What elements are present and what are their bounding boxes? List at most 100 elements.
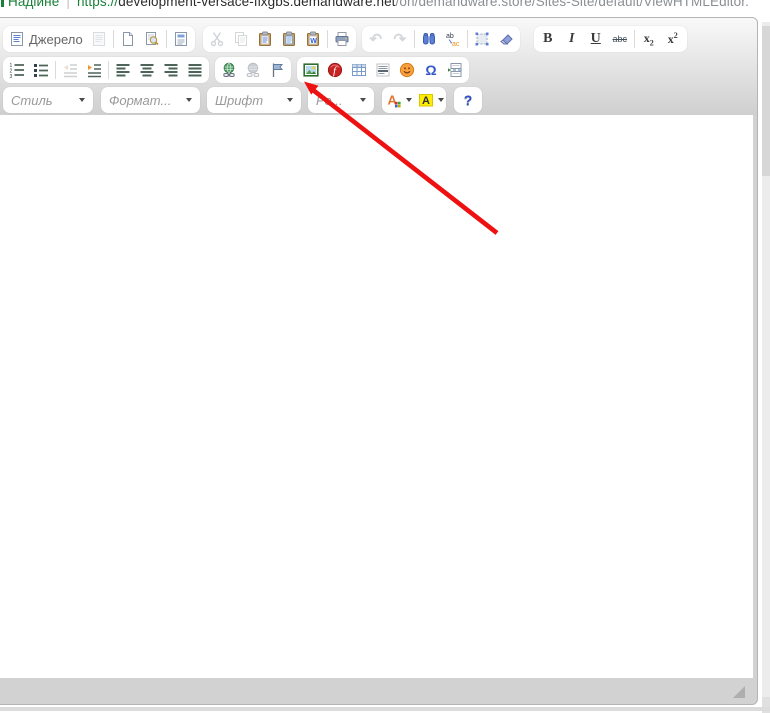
chevron-down-icon[interactable] [406, 98, 412, 102]
superscript-button[interactable]: x2 [661, 27, 685, 51]
anchor-flag-icon [272, 63, 284, 77]
resize-handle[interactable] [733, 686, 745, 698]
help-button[interactable]: ? [456, 88, 480, 112]
subscript-button[interactable]: x2 [637, 27, 661, 51]
special-character-button[interactable]: Ω [419, 58, 443, 82]
svg-text:ac: ac [452, 41, 460, 47]
strikethrough-button[interactable]: abc [608, 27, 632, 51]
link-button[interactable] [217, 58, 241, 82]
cut-button[interactable] [205, 27, 229, 51]
separator [326, 30, 328, 48]
copy-button[interactable] [229, 27, 253, 51]
decrease-indent-button[interactable] [58, 58, 82, 82]
horizontal-rule-icon [376, 63, 390, 77]
editor-footer [0, 678, 753, 704]
svg-text:ab: ab [446, 33, 454, 40]
unlink-button[interactable] [241, 58, 265, 82]
svg-text:3: 3 [10, 74, 13, 78]
align-right-icon [164, 64, 178, 77]
source-button[interactable]: Джерело [5, 27, 87, 51]
image-button[interactable] [299, 58, 323, 82]
new-page-button[interactable] [116, 27, 140, 51]
format-dropdown-label: Формат... [109, 92, 172, 108]
text-color-button[interactable]: A [384, 88, 404, 112]
remove-format-button[interactable] [494, 27, 518, 51]
table-button[interactable] [347, 58, 371, 82]
question-mark-icon: ? [463, 92, 473, 108]
chevron-down-icon [287, 98, 293, 102]
toolbar-row-1: Джерело W ↶ ↷ ab ac B I U abc x2 x2 [3, 26, 687, 52]
editing-area[interactable] [0, 115, 753, 678]
decrease-indent-icon [64, 64, 77, 78]
page-scrollbar-thumb[interactable] [762, 26, 770, 176]
style-dropdown[interactable]: Стиль [3, 87, 93, 113]
bulleted-list-icon [34, 64, 48, 77]
align-center-button[interactable] [135, 58, 159, 82]
group-links [215, 57, 291, 83]
paste-button[interactable] [253, 27, 277, 51]
italic-button[interactable]: I [560, 27, 584, 51]
browser-address-bar[interactable]: Надійне | https://development-versace-fixg… [1, 0, 749, 9]
increase-indent-icon [88, 64, 101, 78]
chevron-down-icon[interactable] [438, 98, 444, 102]
italic-icon: I [569, 31, 575, 46]
chevron-down-icon [186, 98, 192, 102]
undo-icon: ↶ [369, 30, 383, 48]
superscript-icon: x2 [667, 31, 678, 46]
separator [466, 30, 468, 48]
page-bottom-edge [0, 707, 770, 711]
separator [413, 30, 415, 48]
size-dropdown-label: Ро... [316, 92, 343, 108]
replace-button[interactable]: ab ac [441, 27, 465, 51]
redo-button[interactable]: ↷ [388, 27, 412, 51]
find-icon [422, 33, 435, 45]
address-divider: | [66, 0, 70, 9]
numbered-list-button[interactable]: 123 [5, 58, 29, 82]
page-break-button[interactable] [443, 58, 467, 82]
select-all-icon [475, 32, 489, 46]
size-dropdown[interactable]: Ро... [308, 87, 374, 113]
editor-toolbar: Джерело W ↶ ↷ ab ac B I U abc x2 x2 1 2 … [0, 18, 757, 115]
cut-icon [210, 32, 223, 47]
save-button[interactable] [87, 27, 111, 51]
url-scheme: https:// [76, 0, 119, 9]
flash-button[interactable]: f [323, 58, 347, 82]
page-break-icon [448, 63, 462, 77]
paste-plain-text-button[interactable] [277, 27, 301, 51]
justify-button[interactable] [183, 58, 207, 82]
smiley-button[interactable] [395, 58, 419, 82]
separator [55, 61, 56, 79]
bold-icon: B [543, 31, 553, 46]
increase-indent-button[interactable] [82, 58, 106, 82]
align-left-button[interactable] [111, 58, 135, 82]
undo-button[interactable]: ↶ [364, 27, 388, 51]
align-right-button[interactable] [159, 58, 183, 82]
paste-from-word-button[interactable]: W [301, 27, 325, 51]
font-dropdown-label: Шрифт [215, 92, 264, 108]
print-button[interactable] [330, 27, 354, 51]
bulleted-list-button[interactable] [29, 58, 53, 82]
background-color-icon: A [419, 94, 433, 107]
group-undo-find: ↶ ↷ ab ac [361, 26, 520, 52]
remove-format-icon [499, 34, 513, 45]
preview-button[interactable] [140, 27, 164, 51]
copy-icon [234, 32, 247, 46]
separator [165, 30, 167, 48]
strikethrough-icon: abc [612, 34, 627, 44]
replace-icon: abac [446, 33, 460, 47]
horizontal-rule-button[interactable] [371, 58, 395, 82]
print-icon [335, 32, 349, 46]
toolbar-row-2: 123 f Ω [3, 57, 469, 83]
templates-button[interactable] [169, 27, 193, 51]
font-dropdown[interactable]: Шрифт [207, 87, 301, 113]
select-all-button[interactable] [470, 27, 494, 51]
format-dropdown[interactable]: Формат... [101, 87, 200, 113]
anchor-button[interactable] [265, 58, 289, 82]
background-color-button[interactable]: A [416, 88, 436, 112]
source-button-label: Джерело [29, 31, 83, 47]
underline-button[interactable]: U [584, 27, 608, 51]
find-button[interactable] [417, 27, 441, 51]
link-icon [223, 62, 235, 77]
bold-button[interactable]: B [536, 27, 560, 51]
page-scrollbar[interactable] [762, 22, 770, 713]
